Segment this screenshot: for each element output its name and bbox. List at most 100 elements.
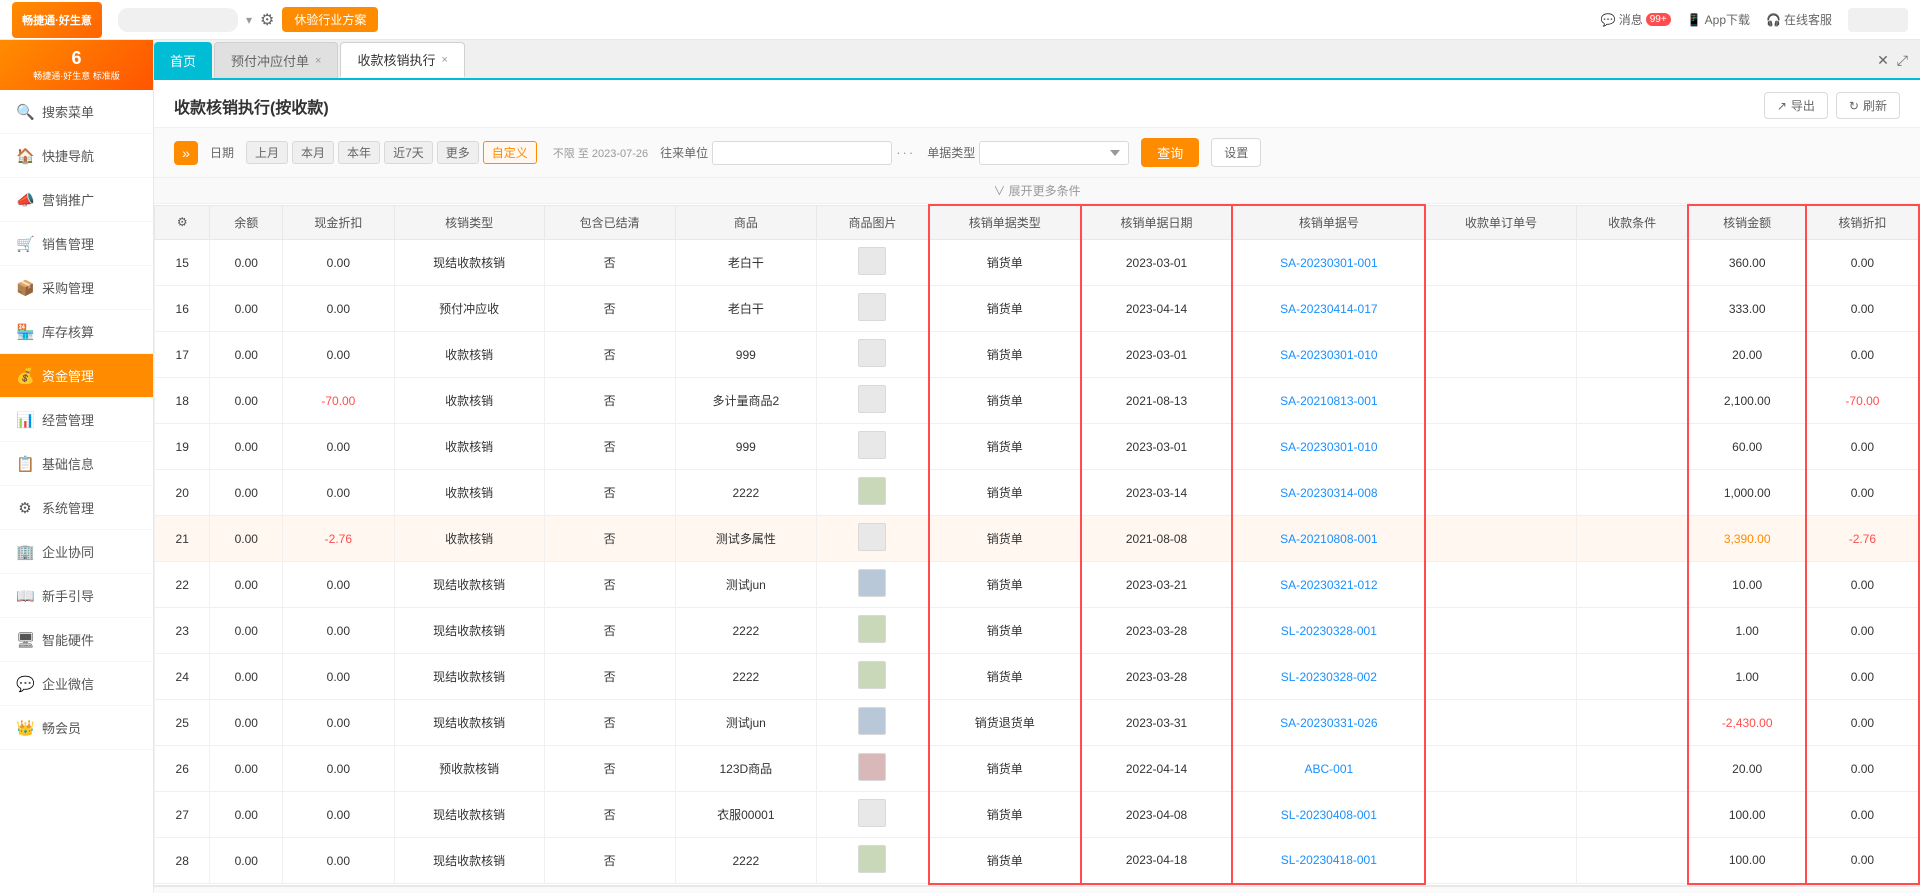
date-this-month[interactable]: 本月 bbox=[292, 141, 334, 164]
tab-home[interactable]: 首页 bbox=[154, 42, 212, 78]
sidebar-item-marketing[interactable]: 📣 营销推广 bbox=[0, 178, 153, 222]
td-type: 预收款核销 bbox=[394, 746, 544, 792]
td-goods-img bbox=[817, 332, 929, 378]
td-bill-type: 销货单 bbox=[929, 286, 1081, 332]
td-amount: 20.00 bbox=[1688, 746, 1805, 792]
bill-no-link[interactable]: SA-20230414-017 bbox=[1280, 302, 1377, 316]
query-btn[interactable]: 查询 bbox=[1141, 138, 1199, 167]
td-payment-cond bbox=[1576, 838, 1688, 884]
bill-no-link[interactable]: SA-20210813-001 bbox=[1280, 394, 1377, 408]
sidebar-item-purchase[interactable]: 📦 采购管理 bbox=[0, 266, 153, 310]
sidebar-item-beginner[interactable]: 📖 新手引导 bbox=[0, 574, 153, 618]
th-settings[interactable]: ⚙ bbox=[155, 205, 210, 240]
message-btn[interactable]: 💬 消息 99+ bbox=[1601, 11, 1671, 28]
export-btn[interactable]: ↗ 导出 bbox=[1764, 92, 1828, 119]
sidebar-item-enterprise-wx[interactable]: 💬 企业微信 bbox=[0, 662, 153, 706]
td-goods: 衣服00001 bbox=[675, 792, 817, 838]
bill-no-link[interactable]: SA-20230301-010 bbox=[1280, 348, 1377, 362]
td-bill-type: 销货单 bbox=[929, 562, 1081, 608]
date-last-month[interactable]: 上月 bbox=[246, 141, 288, 164]
expand-bar[interactable]: ∨ 展开更多条件 bbox=[154, 178, 1920, 204]
sidebar-logo: 6 畅捷通·好生意 标准版 bbox=[0, 40, 153, 90]
table-footer: 核销金额合计: 40,556,66... 核销折扣合计: 952.24 bbox=[154, 885, 1920, 893]
td-discount: 0.00 bbox=[1806, 654, 1919, 700]
td-bill-date: 2023-03-14 bbox=[1081, 470, 1233, 516]
date-more[interactable]: 更多 bbox=[437, 141, 479, 164]
bill-no-link[interactable]: SL-20230408-001 bbox=[1281, 808, 1377, 822]
bill-no-link[interactable]: SL-20230328-002 bbox=[1281, 670, 1377, 684]
bill-no-link[interactable]: SA-20210808-001 bbox=[1280, 532, 1377, 546]
sidebar-item-search[interactable]: 🔍 搜索菜单 bbox=[0, 90, 153, 134]
td-bill-date: 2022-04-14 bbox=[1081, 746, 1233, 792]
tab-prepaid-close[interactable]: × bbox=[315, 55, 321, 67]
sidebar-item-system[interactable]: ⚙ 系统管理 bbox=[0, 486, 153, 530]
date-this-year[interactable]: 本年 bbox=[338, 141, 380, 164]
gear-icon[interactable]: ⚙ bbox=[260, 10, 274, 30]
date-custom[interactable]: 自定义 bbox=[483, 141, 537, 164]
th-order-no: 收款单订单号 bbox=[1425, 205, 1576, 240]
td-cash-discount: 0.00 bbox=[283, 470, 394, 516]
tab-receipt-cancel-close[interactable]: × bbox=[441, 54, 447, 66]
bill-no-link[interactable]: SA-20230314-008 bbox=[1280, 486, 1377, 500]
online-service-btn[interactable]: 🎧 在线客服 bbox=[1766, 11, 1832, 28]
table-row: 23 0.00 0.00 现结收款核销 否 2222 销货单 2023-03-2… bbox=[155, 608, 1920, 654]
td-bill-type: 销货单 bbox=[929, 516, 1081, 562]
bill-no-link[interactable]: SA-20230301-010 bbox=[1280, 440, 1377, 454]
tab-close-icon[interactable]: ✕ bbox=[1877, 52, 1889, 69]
tab-receipt-cancel[interactable]: 收款核销执行 × bbox=[340, 42, 464, 78]
book-icon: 📖 bbox=[16, 587, 34, 605]
phone-icon: 📱 bbox=[1687, 13, 1702, 27]
tab-expand-icon[interactable]: ⤢ bbox=[1897, 52, 1908, 69]
app-logo[interactable]: 畅捷通·好生意 bbox=[12, 2, 102, 38]
bill-type-select[interactable] bbox=[979, 141, 1129, 165]
sidebar-item-smart-hw[interactable]: 🖥 智能硬件 bbox=[0, 618, 153, 662]
sidebar-item-finance[interactable]: 💰 资金管理 bbox=[0, 354, 153, 398]
sidebar-item-inventory[interactable]: 🏪 库存核算 bbox=[0, 310, 153, 354]
td-bill-type: 销货单 bbox=[929, 654, 1081, 700]
sidebar-item-sales[interactable]: 🛒 销售管理 bbox=[0, 222, 153, 266]
table-wrap[interactable]: ⚙ 余额 现金折扣 核销类型 包含已结清 商品 商品图片 核销单据类型 核销单据… bbox=[154, 204, 1920, 893]
td-discount: 0.00 bbox=[1806, 470, 1919, 516]
td-included: 否 bbox=[544, 240, 675, 286]
td-bill-date: 2023-04-14 bbox=[1081, 286, 1233, 332]
sidebar-item-operations[interactable]: 📊 经营管理 bbox=[0, 398, 153, 442]
bill-no-link[interactable]: SA-20230321-012 bbox=[1280, 578, 1377, 592]
filter-toggle-btn[interactable]: » bbox=[174, 141, 198, 165]
app-download-btn[interactable]: 📱 App下载 bbox=[1687, 11, 1750, 28]
td-bill-no: SA-20230414-017 bbox=[1232, 286, 1425, 332]
user-avatar[interactable] bbox=[1848, 8, 1908, 32]
bill-no-link[interactable]: SL-20230418-001 bbox=[1281, 853, 1377, 867]
tab-prepaid[interactable]: 预付冲应付单 × bbox=[214, 42, 338, 78]
td-balance: 0.00 bbox=[210, 424, 283, 470]
th-type: 核销类型 bbox=[394, 205, 544, 240]
bill-no-link[interactable]: ABC-001 bbox=[1304, 762, 1353, 776]
filter-date-options: 上月 本月 本年 近7天 更多 自定义 bbox=[246, 141, 537, 164]
refresh-btn[interactable]: ↻ 刷新 bbox=[1836, 92, 1900, 119]
bill-no-link[interactable]: SL-20230328-001 bbox=[1281, 624, 1377, 638]
date-7days[interactable]: 近7天 bbox=[384, 141, 433, 164]
td-id: 28 bbox=[155, 838, 210, 884]
td-order-no bbox=[1425, 700, 1576, 746]
sidebar-item-quick-nav[interactable]: 🏠 快捷导航 bbox=[0, 134, 153, 178]
sidebar-item-basic-info[interactable]: 📋 基础信息 bbox=[0, 442, 153, 486]
td-bill-no: SL-20230328-001 bbox=[1232, 608, 1425, 654]
td-discount: 0.00 bbox=[1806, 286, 1919, 332]
sidebar-item-corp-collab[interactable]: 🏢 企业协同 bbox=[0, 530, 153, 574]
bill-no-link[interactable]: SA-20230301-001 bbox=[1280, 256, 1377, 270]
td-type: 现结收款核销 bbox=[394, 838, 544, 884]
industry-solution-btn[interactable]: 休验行业方案 bbox=[282, 7, 378, 32]
td-goods: 999 bbox=[675, 424, 817, 470]
sidebar-item-member[interactable]: 👑 畅会员 bbox=[0, 706, 153, 750]
td-included: 否 bbox=[544, 746, 675, 792]
data-table: ⚙ 余额 现金折扣 核销类型 包含已结清 商品 商品图片 核销单据类型 核销单据… bbox=[154, 204, 1920, 885]
settings-btn[interactable]: 设置 bbox=[1211, 138, 1261, 167]
party-input[interactable] bbox=[712, 141, 892, 165]
td-included: 否 bbox=[544, 792, 675, 838]
td-cash-discount: 0.00 bbox=[283, 562, 394, 608]
bill-no-link[interactable]: SA-20230331-026 bbox=[1280, 716, 1377, 730]
party-label: 往来单位 bbox=[660, 144, 708, 161]
td-payment-cond bbox=[1576, 700, 1688, 746]
td-included: 否 bbox=[544, 332, 675, 378]
td-balance: 0.00 bbox=[210, 792, 283, 838]
dropdown-icon[interactable]: ▾ bbox=[246, 13, 252, 27]
